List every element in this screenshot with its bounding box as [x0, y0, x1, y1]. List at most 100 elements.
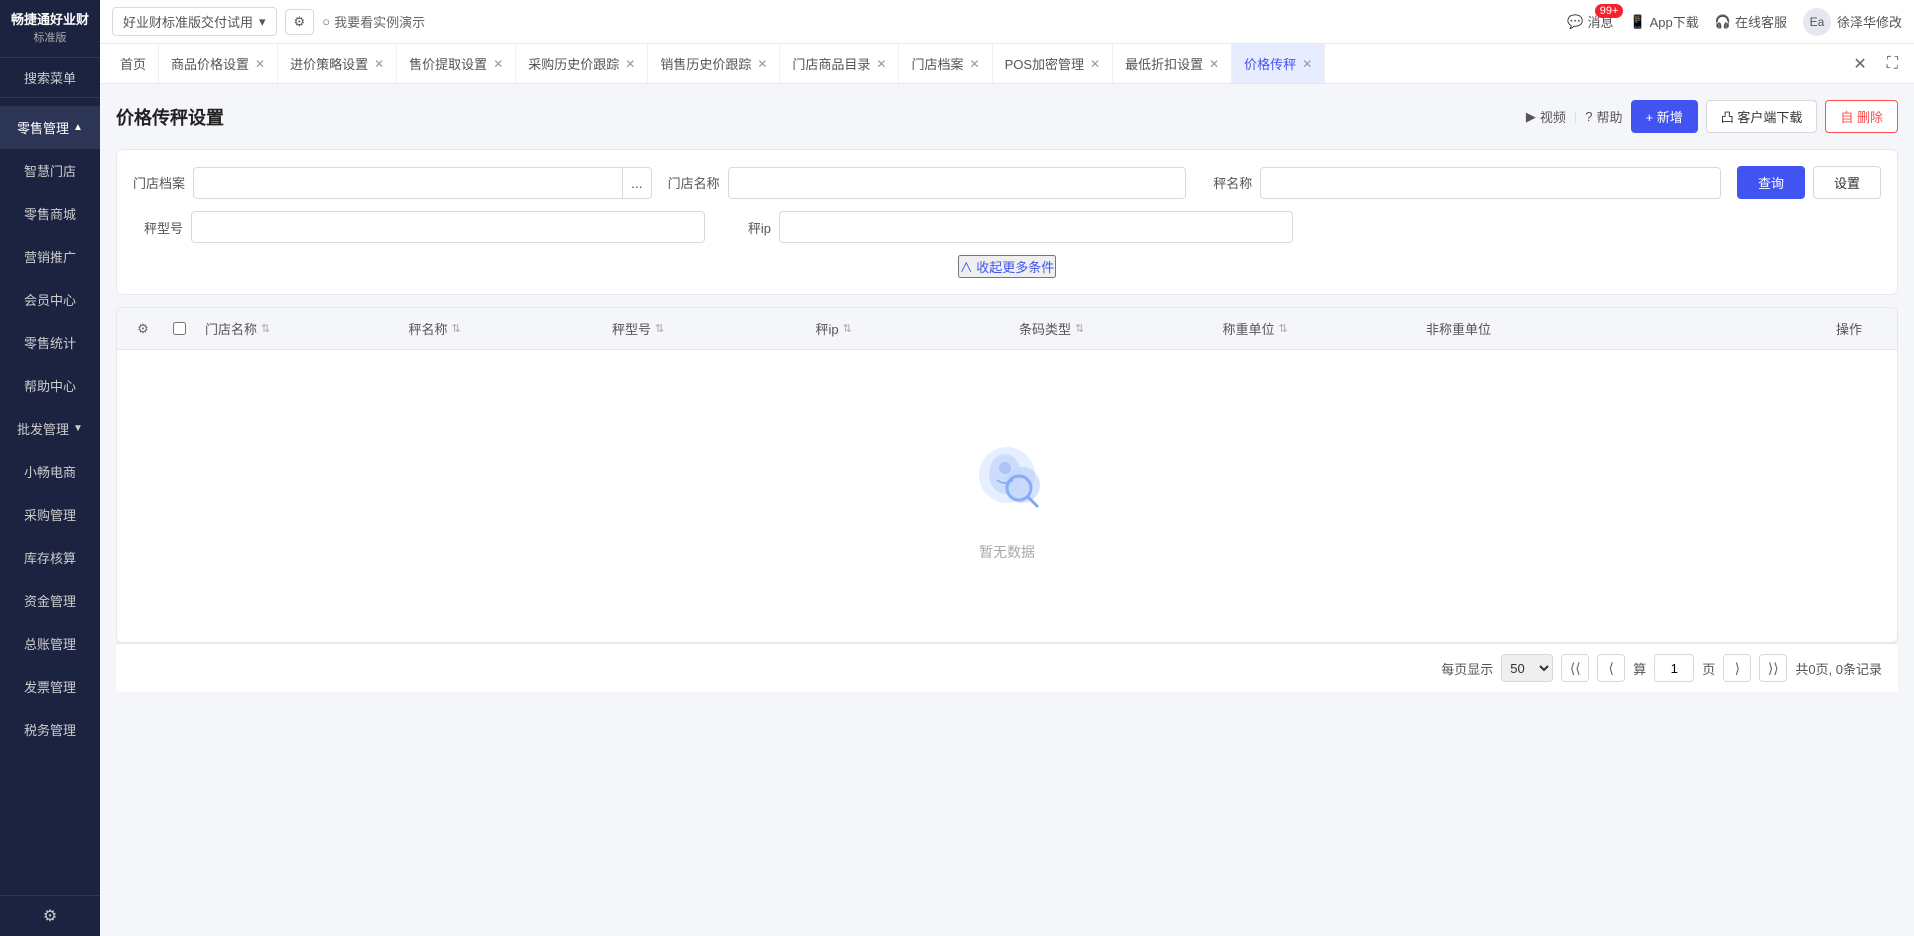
sidebar-item-general-ledger[interactable]: 总账管理: [0, 622, 100, 665]
tab-sale-price[interactable]: 售价提取设置 ✕: [397, 44, 516, 84]
scale-name-input[interactable]: [1260, 167, 1721, 199]
empty-text: 暂无数据: [979, 542, 1035, 562]
sort-icon[interactable]: ⇅: [1075, 322, 1084, 335]
sidebar-bottom: ⚙: [0, 895, 100, 936]
sidebar-item-tax-mgmt[interactable]: 税务管理: [0, 708, 100, 751]
close-tab-button[interactable]: ✕: [1845, 50, 1874, 78]
sidebar-item-purchase-mgmt[interactable]: 采购管理: [0, 493, 100, 536]
user-name: 徐泽华修改: [1837, 12, 1902, 31]
page-number-input[interactable]: [1654, 654, 1694, 682]
tab-store-catalog[interactable]: 门店商品目录 ✕: [780, 44, 899, 84]
tab-bar: 首页 商品价格设置 ✕ 进价策略设置 ✕ 售价提取设置 ✕ 采购历史价跟踪 ✕ …: [100, 44, 1914, 84]
settings-icon[interactable]: ⚙: [43, 908, 57, 925]
sidebar-item-help-center[interactable]: 帮助中心: [0, 364, 100, 407]
message-icon: 💬: [1567, 14, 1583, 30]
add-button[interactable]: + 新增: [1631, 100, 1698, 133]
store-profile-dots-button[interactable]: ...: [622, 167, 652, 199]
sidebar-item-wholesale-mgmt[interactable]: 批发管理 ▼: [0, 407, 100, 450]
tab-purchase-strategy[interactable]: 进价策略设置 ✕: [278, 44, 397, 84]
query-button-label: 查询: [1758, 173, 1784, 192]
video-link[interactable]: ▶ 视频: [1526, 107, 1566, 126]
sort-icon[interactable]: ⇅: [261, 322, 270, 335]
tab-pos-password[interactable]: POS加密管理 ✕: [993, 44, 1114, 84]
tab-sale-history[interactable]: 销售历史价跟踪 ✕: [648, 44, 780, 84]
select-all-checkbox[interactable]: [173, 322, 186, 335]
store-profile-input-group: ...: [193, 167, 652, 199]
maximize-tab-button[interactable]: ⛶: [1879, 51, 1906, 77]
tab-min-discount[interactable]: 最低折扣设置 ✕: [1113, 44, 1232, 84]
help-link[interactable]: ? 帮助: [1585, 107, 1622, 126]
settings-query-button[interactable]: 设置: [1813, 166, 1881, 199]
close-icon[interactable]: ✕: [1209, 57, 1219, 71]
online-service-button[interactable]: 🎧 在线客服: [1715, 12, 1787, 31]
scale-ip-input[interactable]: [779, 211, 1293, 243]
version-selector[interactable]: 好业财标准版交付试用 ▾: [112, 7, 277, 36]
delete-button[interactable]: 自 删除: [1825, 100, 1898, 133]
th-scale-name: 秤名称 ⇅: [401, 319, 605, 338]
tab-commodity-price[interactable]: 商品价格设置 ✕: [159, 44, 278, 84]
th-operation: 操作: [1809, 319, 1889, 338]
store-name-input[interactable]: [728, 167, 1187, 199]
close-icon[interactable]: ✕: [255, 57, 265, 71]
sidebar-item-invoice-mgmt[interactable]: 发票管理: [0, 665, 100, 708]
search-row-1: 门店档案 ... 门店名称 秤名称: [133, 166, 1881, 199]
scale-ip-label: 秤ip: [721, 218, 771, 237]
store-profile-input[interactable]: [193, 167, 622, 199]
help-icon: ?: [1585, 109, 1592, 124]
table-select-all[interactable]: [161, 322, 197, 335]
download-button[interactable]: 凸 客户端下载: [1706, 100, 1818, 133]
topbar-settings-button[interactable]: ⚙: [285, 9, 315, 35]
scale-model-input[interactable]: [191, 211, 705, 243]
search-row-2: 秤型号 秤ip: [133, 211, 1881, 243]
sidebar-search[interactable]: 搜索菜单: [0, 58, 100, 98]
sort-icon[interactable]: ⇅: [452, 322, 461, 335]
tab-purchase-history[interactable]: 采购历史价跟踪 ✕: [516, 44, 648, 84]
sidebar-item-smart-store[interactable]: 智慧门店: [0, 149, 100, 192]
demo-link[interactable]: ○ 我要看实例演示: [322, 12, 425, 31]
close-icon[interactable]: ✕: [970, 57, 980, 71]
app-download-button[interactable]: 📱 App下载: [1629, 12, 1698, 31]
sort-icon[interactable]: ⇅: [655, 322, 664, 335]
tab-price-scale[interactable]: 价格传秤 ✕: [1232, 44, 1325, 84]
tab-store-profile[interactable]: 门店档案 ✕: [899, 44, 992, 84]
close-icon[interactable]: ✕: [493, 57, 503, 71]
sidebar-item-retail-stats[interactable]: 零售统计: [0, 321, 100, 364]
table-settings-icon[interactable]: ⚙: [125, 321, 161, 337]
tab-purchase-strategy-label: 进价策略设置: [290, 54, 368, 73]
sidebar-item-finance-mgmt[interactable]: 资金管理: [0, 579, 100, 622]
message-button[interactable]: 💬 消息 99+: [1567, 12, 1613, 31]
query-button[interactable]: 查询: [1737, 166, 1805, 199]
sort-icon[interactable]: ⇅: [843, 322, 852, 335]
close-icon[interactable]: ✕: [1090, 57, 1100, 71]
close-icon[interactable]: ✕: [757, 57, 767, 71]
next-page-button[interactable]: ⟩: [1723, 654, 1751, 682]
data-table: ⚙ 门店名称 ⇅ 秤名称 ⇅ 秤型号 ⇅: [116, 307, 1898, 643]
first-page-button[interactable]: ⟨⟨: [1561, 654, 1589, 682]
version-label: 好业财标准版交付试用: [123, 12, 253, 31]
collapse-button[interactable]: ∧ 收起更多条件: [958, 255, 1057, 278]
sidebar-item-label: 资金管理: [24, 591, 76, 610]
sidebar-item-member-center[interactable]: 会员中心: [0, 278, 100, 321]
tab-home[interactable]: 首页: [108, 44, 159, 84]
sidebar-item-label: 总账管理: [24, 634, 76, 653]
sidebar-item-retail-mall[interactable]: 零售商城: [0, 192, 100, 235]
user-info[interactable]: Ea 徐泽华修改: [1803, 8, 1902, 36]
page-content: 价格传秤设置 ▶ 视频 | ? 帮助 + 新增 凸 客户端下载: [100, 84, 1914, 936]
last-page-button[interactable]: ⟩⟩: [1759, 654, 1787, 682]
close-icon[interactable]: ✕: [876, 57, 886, 71]
th-store-name: 门店名称 ⇅: [197, 319, 401, 338]
th-operation-label: 操作: [1836, 319, 1862, 338]
sidebar-item-label: 营销推广: [24, 247, 76, 266]
chevron-down-icon: ▾: [259, 14, 266, 30]
sidebar-item-inventory[interactable]: 库存核算: [0, 536, 100, 579]
sort-icon[interactable]: ⇅: [1279, 322, 1288, 335]
sidebar-item-xiaochu-ecom[interactable]: 小畅电商: [0, 450, 100, 493]
sidebar-item-retail-mgmt[interactable]: 零售管理 ▲: [0, 106, 100, 149]
close-icon[interactable]: ✕: [625, 57, 635, 71]
close-icon[interactable]: ✕: [1302, 57, 1312, 71]
prev-page-button[interactable]: ⟨: [1597, 654, 1625, 682]
page-header: 价格传秤设置 ▶ 视频 | ? 帮助 + 新增 凸 客户端下载: [116, 100, 1898, 133]
sidebar-item-marketing[interactable]: 营销推广: [0, 235, 100, 278]
page-size-select[interactable]: 10 20 50 100: [1501, 654, 1553, 682]
close-icon[interactable]: ✕: [374, 57, 384, 71]
